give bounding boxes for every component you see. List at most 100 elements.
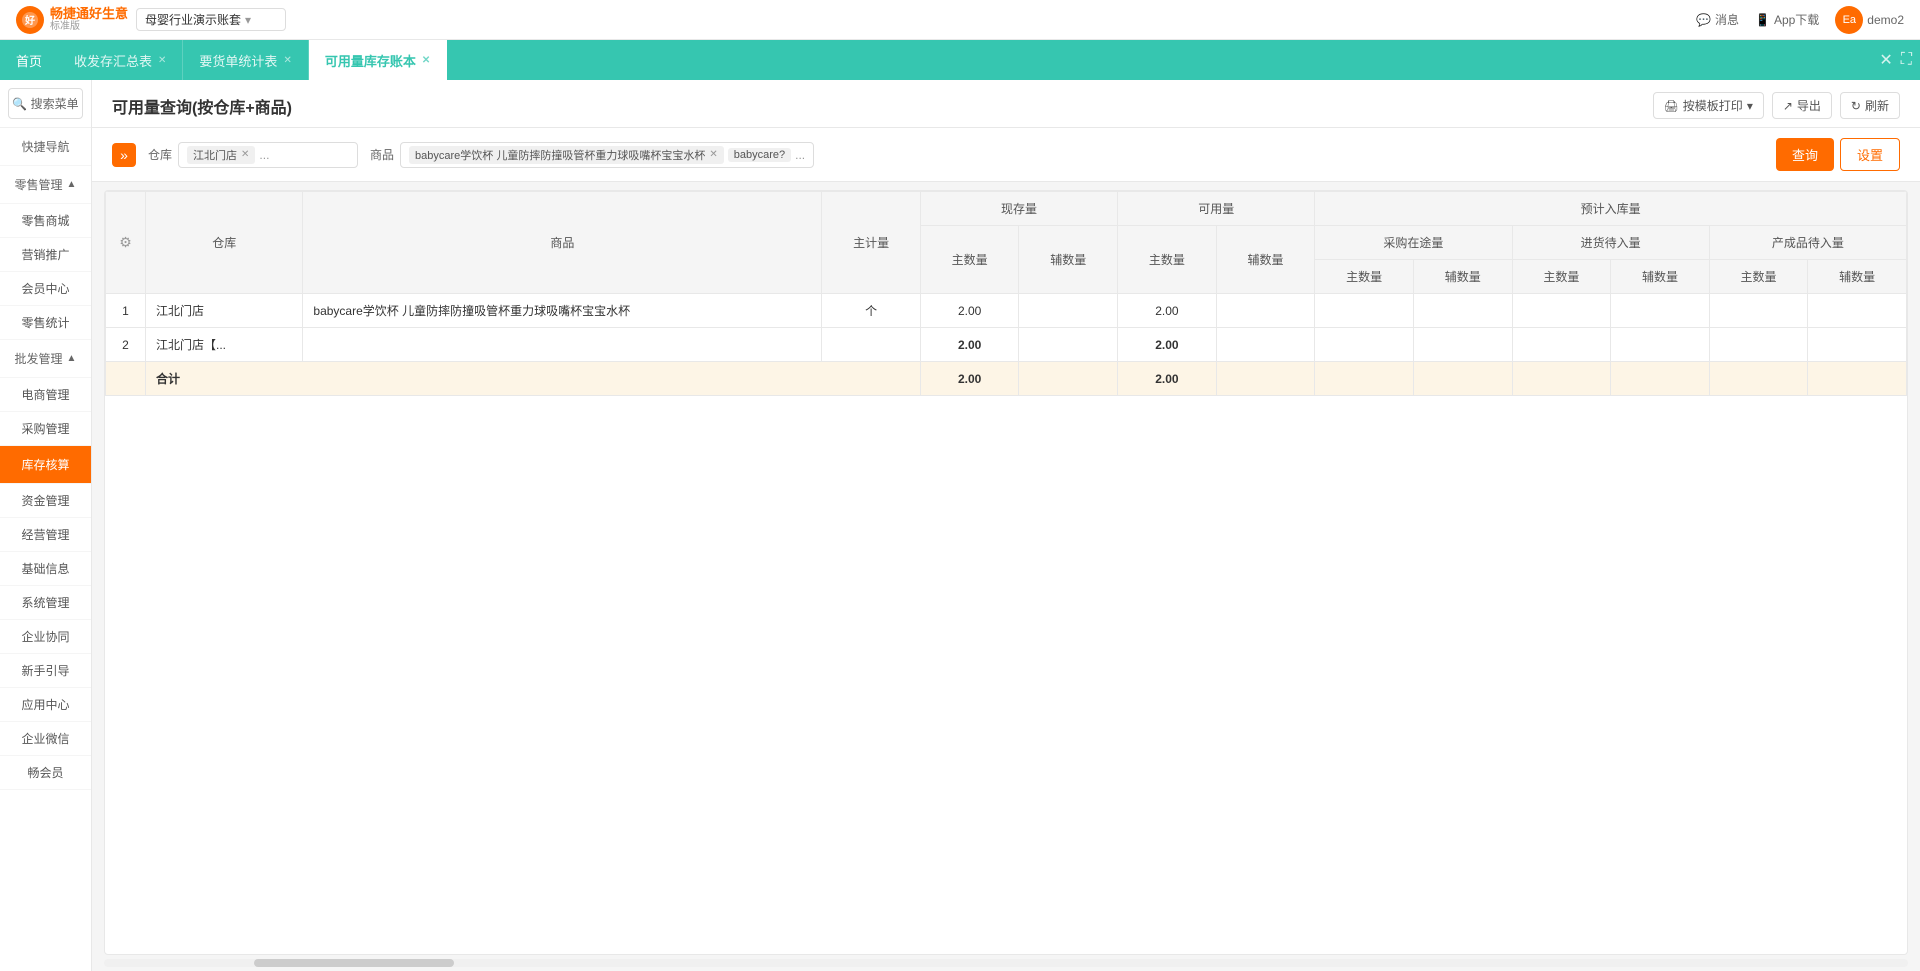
sidebar-purchase-label: 采购管理 <box>21 422 69 436</box>
export-label: 导出 <box>1797 97 1821 114</box>
td-warehouse-2: 江北门店【... <box>146 328 303 362</box>
sidebar-item-guide[interactable]: 新手引导 <box>0 654 91 688</box>
product-filter-more[interactable]: ... <box>795 148 805 162</box>
chevron-down-icon: ▾ <box>245 13 251 27</box>
product-tag-container[interactable]: babycare学饮杯 儿童防摔防撞吸管杯重力球吸嘴杯宝宝水杯 ✕ babyca… <box>400 142 814 168</box>
refresh-button[interactable]: ↻ 刷新 <box>1840 92 1900 119</box>
print-button[interactable]: 🖨 按模板打印 ▾ <box>1653 92 1764 119</box>
td-arrival-main-2 <box>1512 328 1611 362</box>
chevron-down-icon: ▾ <box>1747 99 1753 113</box>
td-warehouse-1: 江北门店 <box>146 294 303 328</box>
tab-orders-label: 要货单统计表 <box>199 51 277 70</box>
logo-icon: 好 <box>16 6 44 34</box>
message-icon: 💬 <box>1696 13 1711 27</box>
sidebar-item-mall[interactable]: 零售商城 <box>0 204 91 238</box>
sidebar-item-quick-nav[interactable]: 快捷导航 <box>0 128 91 166</box>
export-icon: ↗ <box>1783 99 1793 113</box>
expand-filter-button[interactable]: » <box>112 143 136 167</box>
refresh-icon: ↻ <box>1851 99 1861 113</box>
summary-row: 合计 2.00 2.00 <box>106 362 1907 396</box>
svg-text:好: 好 <box>24 14 35 27</box>
th-product-in-main: 主数量 <box>1709 260 1808 294</box>
warehouse-tag-container[interactable]: 江北门店 ✕ ... <box>178 142 358 168</box>
td-purchase-main-2 <box>1315 328 1414 362</box>
td-product-in-aux-1 <box>1808 294 1907 328</box>
username: demo2 <box>1867 13 1904 27</box>
user-section[interactable]: Ea demo2 <box>1835 6 1904 34</box>
tab-available[interactable]: 可用量库存账本 ✕ <box>309 40 447 80</box>
sidebar-item-collab[interactable]: 企业协同 <box>0 620 91 654</box>
td-avail-main-2: 2.00 <box>1118 328 1217 362</box>
warehouse-filter-more[interactable]: ... <box>259 148 269 162</box>
search-menu-button[interactable]: 🔍 搜索菜单 <box>8 88 83 119</box>
page-title: 可用量查询(按仓库+商品) <box>112 94 292 118</box>
app-download-label: App下载 <box>1774 11 1819 28</box>
settings-button[interactable]: 设置 <box>1840 138 1900 171</box>
sidebar-item-purchase[interactable]: 采购管理 <box>0 412 91 446</box>
sidebar-item-wholesale[interactable]: 批发管理 ▲ <box>0 340 91 378</box>
scrollbar-area[interactable] <box>104 959 1908 967</box>
sidebar-item-wechat[interactable]: 企业微信 <box>0 722 91 756</box>
warehouse-filter-label: 仓库 <box>148 146 172 163</box>
td-product-in-main-2 <box>1709 328 1808 362</box>
sidebar-item-apps[interactable]: 应用中心 <box>0 688 91 722</box>
sidebar-item-changhui[interactable]: 畅会员 <box>0 756 91 790</box>
td-arrival-main-1 <box>1512 294 1611 328</box>
expand-icon[interactable]: ⛶ <box>1901 51 1912 69</box>
summary-current-aux <box>1019 362 1118 396</box>
close-icon[interactable]: ✕ <box>283 55 291 66</box>
product-tag-1: babycare? <box>728 148 791 162</box>
gear-icon[interactable]: ⚙ <box>119 234 132 250</box>
td-product-in-main-1 <box>1709 294 1808 328</box>
logo: 好 畅捷通好生意 标准版 <box>16 6 128 34</box>
summary-current-main: 2.00 <box>920 362 1019 396</box>
store-selector[interactable]: 母婴行业演示账套 ▾ <box>136 8 286 31</box>
chevron-icon: ▲ <box>67 353 77 364</box>
close-icon[interactable]: ✕ <box>422 55 430 66</box>
sidebar-item-operations[interactable]: 经营管理 <box>0 518 91 552</box>
app-download-action[interactable]: 📱 App下载 <box>1755 11 1819 28</box>
sidebar-changhui-label: 畅会员 <box>27 766 63 780</box>
page-actions: 🖨 按模板打印 ▾ ↗ 导出 ↻ 刷新 <box>1653 92 1900 119</box>
th-avail-aux: 辅数量 <box>1216 226 1315 294</box>
filter-bar: » 仓库 江北门店 ✕ ... 商品 babycare学饮杯 儿童防摔防撞吸管杯… <box>92 128 1920 182</box>
th-available: 可用量 <box>1118 192 1315 226</box>
sidebar-item-basic[interactable]: 基础信息 <box>0 552 91 586</box>
print-label: 按模板打印 <box>1683 97 1743 114</box>
th-avail-main: 主数量 <box>1118 226 1217 294</box>
sidebar-item-system[interactable]: 系统管理 <box>0 586 91 620</box>
sidebar-item-retail-stats[interactable]: 零售统计 <box>0 306 91 340</box>
sidebar-item-inventory[interactable]: 库存核算 <box>0 446 91 484</box>
warehouse-tag-close[interactable]: ✕ <box>241 149 249 160</box>
message-label: 消息 <box>1715 11 1739 28</box>
td-no-2: 2 <box>106 328 146 362</box>
message-action[interactable]: 💬 消息 <box>1696 11 1739 28</box>
sidebar-ecommerce-label: 电商管理 <box>21 388 69 402</box>
sidebar-item-retail[interactable]: 零售管理 ▲ <box>0 166 91 204</box>
query-button[interactable]: 查询 <box>1776 138 1834 171</box>
search-menu-label: 搜索菜单 <box>31 97 79 111</box>
tab-receipts[interactable]: 收发存汇总表 ✕ <box>58 40 183 80</box>
tab-available-label: 可用量库存账本 <box>325 51 416 70</box>
sidebar-member-label: 会员中心 <box>21 282 69 296</box>
scrollbar-thumb[interactable] <box>254 959 454 967</box>
tab-home[interactable]: 首页 <box>0 40 58 80</box>
search-icon: 🔍 <box>12 97 27 111</box>
td-purchase-aux-2 <box>1413 328 1512 362</box>
sidebar-item-ecommerce[interactable]: 电商管理 <box>0 378 91 412</box>
product-tag-0-close[interactable]: ✕ <box>709 149 717 160</box>
summary-label: 合计 <box>146 362 921 396</box>
logo-text-group: 畅捷通好生意 标准版 <box>50 6 128 34</box>
close-all-icon[interactable]: ✕ <box>1879 50 1892 70</box>
th-product-in-aux: 辅数量 <box>1808 260 1907 294</box>
sidebar-item-finance[interactable]: 资金管理 <box>0 484 91 518</box>
table-container: ⚙ 仓库 商品 主计量 现存量 可用量 预计入库量 主数量 辅数量 主数量 辅数… <box>104 190 1908 955</box>
sidebar-apps-label: 应用中心 <box>21 698 69 712</box>
td-unit-1: 个 <box>822 294 921 328</box>
export-button[interactable]: ↗ 导出 <box>1772 92 1832 119</box>
sidebar-item-member[interactable]: 会员中心 <box>0 272 91 306</box>
sidebar-item-marketing[interactable]: 营销推广 <box>0 238 91 272</box>
close-icon[interactable]: ✕ <box>158 55 166 66</box>
tab-orders[interactable]: 要货单统计表 ✕ <box>183 40 308 80</box>
main-layout: 🔍 搜索菜单 快捷导航 零售管理 ▲ 零售商城 营销推广 会员中心 零售统计 批… <box>0 80 1920 971</box>
